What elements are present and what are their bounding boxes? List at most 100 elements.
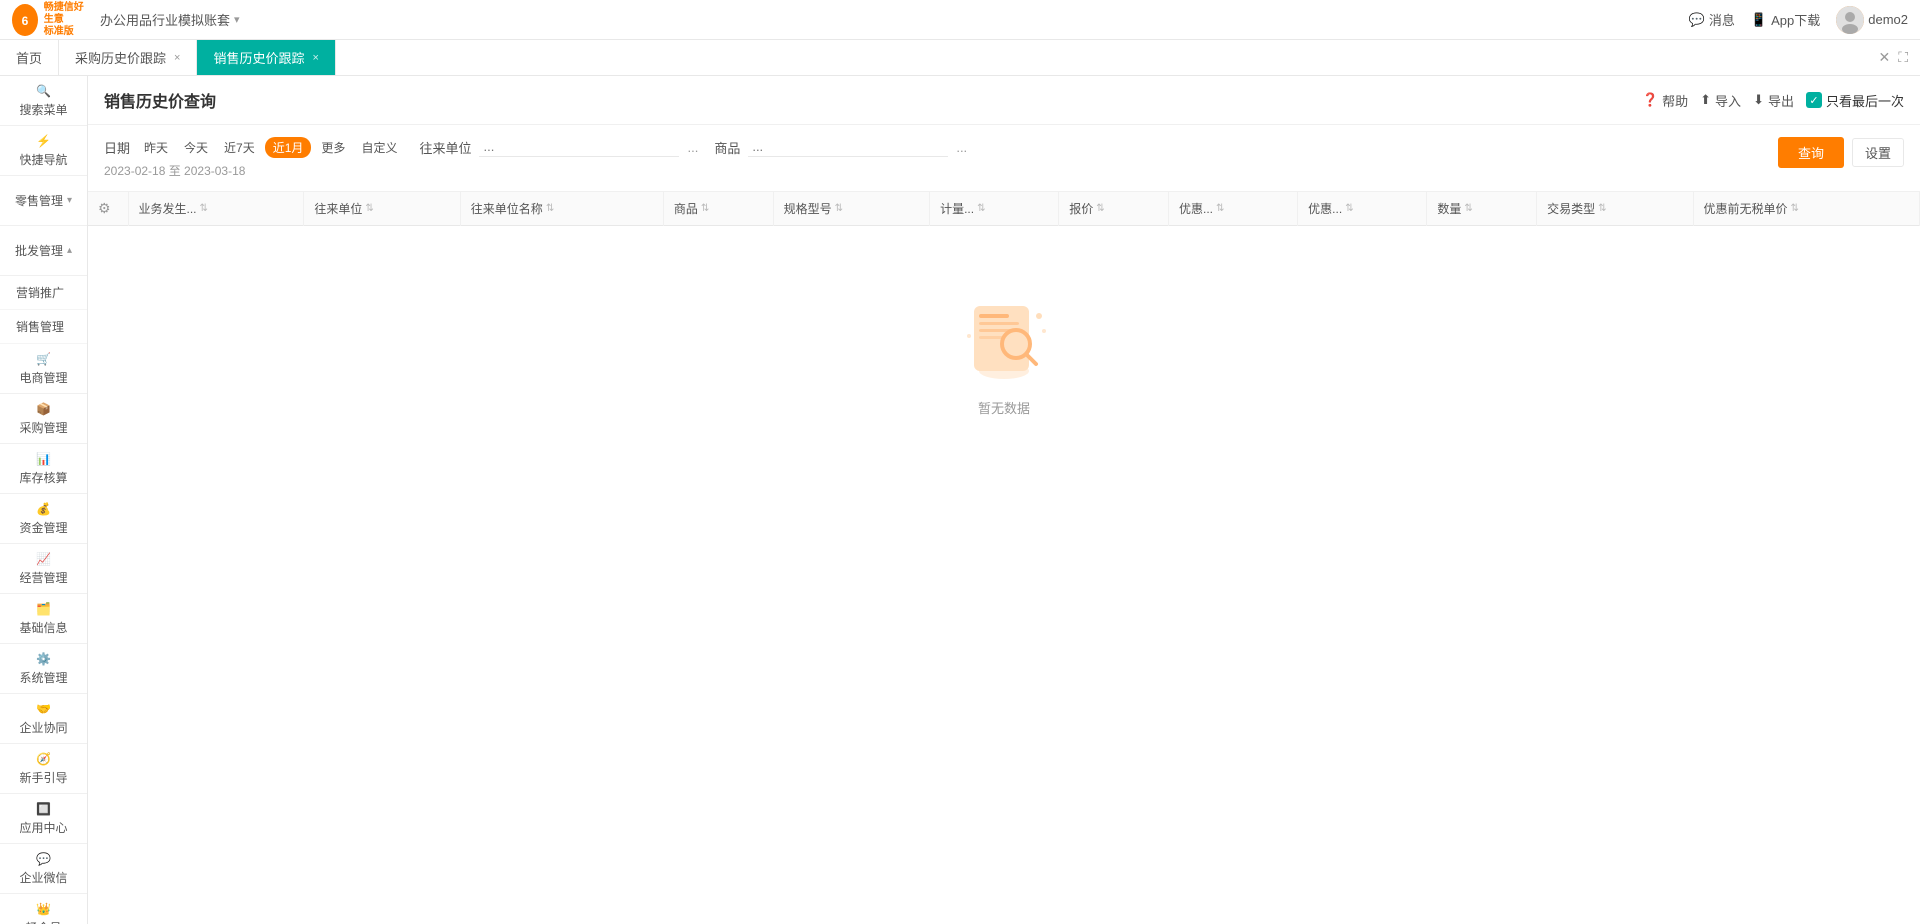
user-profile[interactable]: demo2 [1836,6,1908,34]
logo-text: 畅捷信好生意 标准版 [44,2,92,38]
sidebar-item-member[interactable]: 👑 畅会员 [0,894,87,924]
table-header: ⚙ 业务发生... ⇅ 往来单位 [88,192,1920,226]
th-pretax-price[interactable]: 优惠前无税单价 ⇅ [1693,192,1919,226]
filter-area: 日期 昨天 今天 近7天 近1月 更多 自定义 2023-02-18 至 202… [88,125,1920,192]
sidebar-ecommerce-label: 电商管理 [19,369,67,386]
th-partner-code[interactable]: 往来单位 ⇅ [304,192,460,226]
sidebar-item-management[interactable]: 📈 经营管理 [0,544,87,594]
help-button[interactable]: ❓ 帮助 [1642,91,1688,110]
tab-sales-history-close[interactable]: × [312,52,318,64]
sidebar-item-quicknav[interactable]: ⚡ 快捷导航 [0,126,87,176]
window-close-icon[interactable]: ✕ [1878,49,1890,66]
date-btn-today[interactable]: 今天 [178,137,214,158]
sidebar-management-label: 经营管理 [19,569,67,586]
sidebar-item-sales[interactable]: 销售管理 [0,310,87,344]
sidebar-guide-label: 新手引导 [19,769,67,786]
tab-purchase-history-close[interactable]: × [174,52,180,64]
sidebar-retail-label: 零售管理 [15,192,63,209]
sidebar: 🔍 搜索菜单 ⚡ 快捷导航 零售管理 ▾ 批发管理 ▴ 营销推广 销售管理 🛒 … [0,76,88,924]
help-icon: ❓ [1642,92,1658,108]
top-header: 6 畅捷信好生意 标准版 办公用品行业模拟账套 ▾ 💬 消息 📱 App下载 [0,0,1920,40]
date-filter-label: 日期 [104,138,130,157]
system-icon: ⚙️ [36,652,51,666]
export-button[interactable]: ⬇ 导出 [1753,91,1794,110]
checkbox-checked-icon: ✓ [1806,92,1822,108]
date-range-display: 2023-02-18 至 2023-03-18 [104,162,403,179]
date-btn-more[interactable]: 更多 [315,137,351,158]
only-last-toggle[interactable]: ✓ 只看最后一次 [1806,91,1904,110]
sidebar-search-label: 搜索菜单 [19,101,67,118]
sidebar-item-purchase[interactable]: 📦 采购管理 [0,394,87,444]
table-settings-gear-icon[interactable]: ⚙ [98,200,111,216]
message-button[interactable]: 💬 消息 [1689,10,1735,29]
sidebar-item-wechat[interactable]: 💬 企业微信 [0,844,87,894]
th-spec[interactable]: 规格型号 ⇅ [773,192,929,226]
app-download-button[interactable]: 📱 App下载 [1751,10,1820,29]
sidebar-finance-label: 资金管理 [19,519,67,536]
th-price[interactable]: 报价 ⇅ [1059,192,1169,226]
th-biz-date[interactable]: 业务发生... ⇅ [128,192,304,226]
wholesale-expand-icon: ▴ [67,245,72,256]
sidebar-inventory-label: 库存核算 [19,469,67,486]
import-button[interactable]: ⬆ 导入 [1700,91,1741,110]
sidebar-item-ecommerce[interactable]: 🛒 电商管理 [0,344,87,394]
partner-filter-input[interactable] [479,137,679,157]
app-title-dropdown-icon[interactable]: ▾ [234,13,240,26]
sidebar-item-wholesale[interactable]: 批发管理 ▴ [0,226,87,276]
window-controls: ✕ ⛶ [1866,40,1920,75]
date-btn-custom[interactable]: 自定义 [355,137,403,158]
sidebar-item-search[interactable]: 🔍 搜索菜单 [0,76,87,126]
sidebar-wechat-label: 企业微信 [19,869,67,886]
th-discount2[interactable]: 优惠... ⇅ [1298,192,1427,226]
sidebar-item-guide[interactable]: 🧭 新手引导 [0,744,87,794]
sidebar-item-appcenter[interactable]: 🔲 应用中心 [0,794,87,844]
query-button[interactable]: 查询 [1778,137,1844,168]
page-header: 销售历史价查询 ❓ 帮助 ⬆ 导入 ⬇ 导出 ✓ [88,76,1920,125]
tab-purchase-history-label: 采购历史价跟踪 [75,48,166,67]
partner-filter-dots: ... [687,140,698,155]
date-btn-1month[interactable]: 近1月 [265,137,312,158]
partner-filter-group: 往来单位 ... [419,137,698,157]
sidebar-system-label: 系统管理 [19,669,67,686]
th-product[interactable]: 商品 ⇅ [663,192,773,226]
product-filter-input[interactable] [748,137,948,157]
sidebar-wholesale-label: 批发管理 [15,242,63,259]
tab-spacer [336,40,1867,75]
sidebar-item-retail[interactable]: 零售管理 ▾ [0,176,87,226]
import-icon: ⬆ [1700,92,1711,108]
sidebar-quicknav-label: 快捷导航 [19,151,67,168]
date-btn-yesterday[interactable]: 昨天 [138,137,174,158]
th-discount1[interactable]: 优惠... ⇅ [1168,192,1297,226]
sidebar-item-marketing[interactable]: 营销推广 [0,276,87,310]
th-unit[interactable]: 计量... ⇅ [930,192,1059,226]
page-title: 销售历史价查询 [104,88,216,112]
sidebar-item-system[interactable]: ⚙️ 系统管理 [0,644,87,694]
appcenter-icon: 🔲 [36,802,51,816]
th-trade-type[interactable]: 交易类型 ⇅ [1537,192,1693,226]
member-icon: 👑 [36,902,51,916]
message-icon: 💬 [1689,12,1705,28]
sidebar-item-collab[interactable]: 🤝 企业协同 [0,694,87,744]
sidebar-item-finance[interactable]: 💰 资金管理 [0,494,87,544]
export-icon: ⬇ [1753,92,1764,108]
tab-purchase-history[interactable]: 采购历史价跟踪 × [59,40,197,75]
sort-pretax-price-icon: ⇅ [1791,203,1799,214]
sort-partner-name-icon: ⇅ [546,203,554,214]
filter-settings-button[interactable]: 设置 [1852,138,1904,167]
sort-product-icon: ⇅ [701,203,709,214]
sidebar-item-basicinfo[interactable]: 🗂️ 基础信息 [0,594,87,644]
window-maximize-icon[interactable]: ⛶ [1898,49,1908,66]
tab-sales-history[interactable]: 销售历史价跟踪 × [197,40,335,75]
wechat-icon: 💬 [36,852,51,866]
sidebar-item-inventory[interactable]: 📊 库存核算 [0,444,87,494]
tab-home[interactable]: 首页 [0,40,59,75]
product-filter-label: 商品 [714,138,740,157]
product-filter-dots: ... [956,140,967,155]
sidebar-member-label: 畅会员 [25,919,61,924]
sort-price-icon: ⇅ [1096,203,1104,214]
ecommerce-icon: 🛒 [36,352,51,366]
date-btn-7days[interactable]: 近7天 [218,137,261,158]
management-icon: 📈 [36,552,51,566]
th-partner-name[interactable]: 往来单位名称 ⇅ [460,192,663,226]
th-quantity[interactable]: 数量 ⇅ [1427,192,1537,226]
